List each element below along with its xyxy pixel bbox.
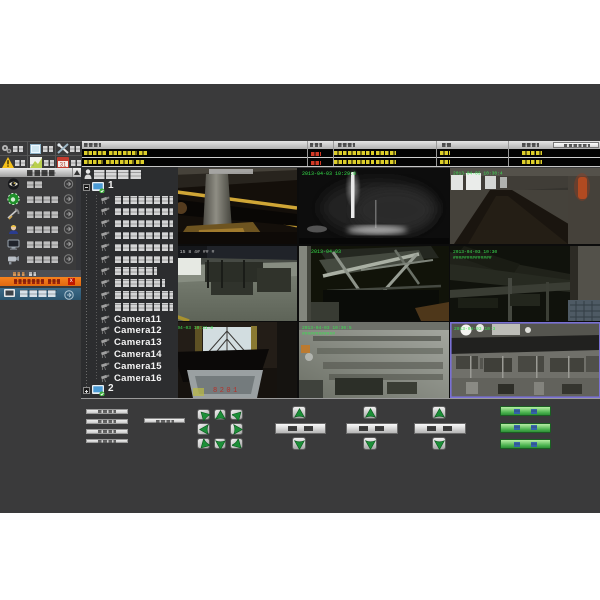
svg-text:2013-04-03 10:30:5: 2013-04-03 10:30:5	[302, 325, 352, 331]
svg-text:8201: 8201	[213, 387, 240, 395]
svg-text:2013-04-03 10:30: 2013-04-03 10:30	[453, 249, 497, 255]
svg-text:2013-04-03: 2013-04-03	[311, 249, 341, 255]
svg-text:31: 31	[60, 162, 67, 168]
svg-text:2013-04-03 10:29:0: 2013-04-03 10:29:0	[302, 171, 356, 177]
svg-text:############: ############	[302, 331, 335, 337]
svg-text:##############: ##############	[453, 255, 492, 261]
svg-text:2013-04-03 10:3: 2013-04-03 10:3	[454, 326, 496, 332]
svg-text:2013-04-03 10:30:4: 2013-04-03 10:30:4	[453, 171, 503, 177]
